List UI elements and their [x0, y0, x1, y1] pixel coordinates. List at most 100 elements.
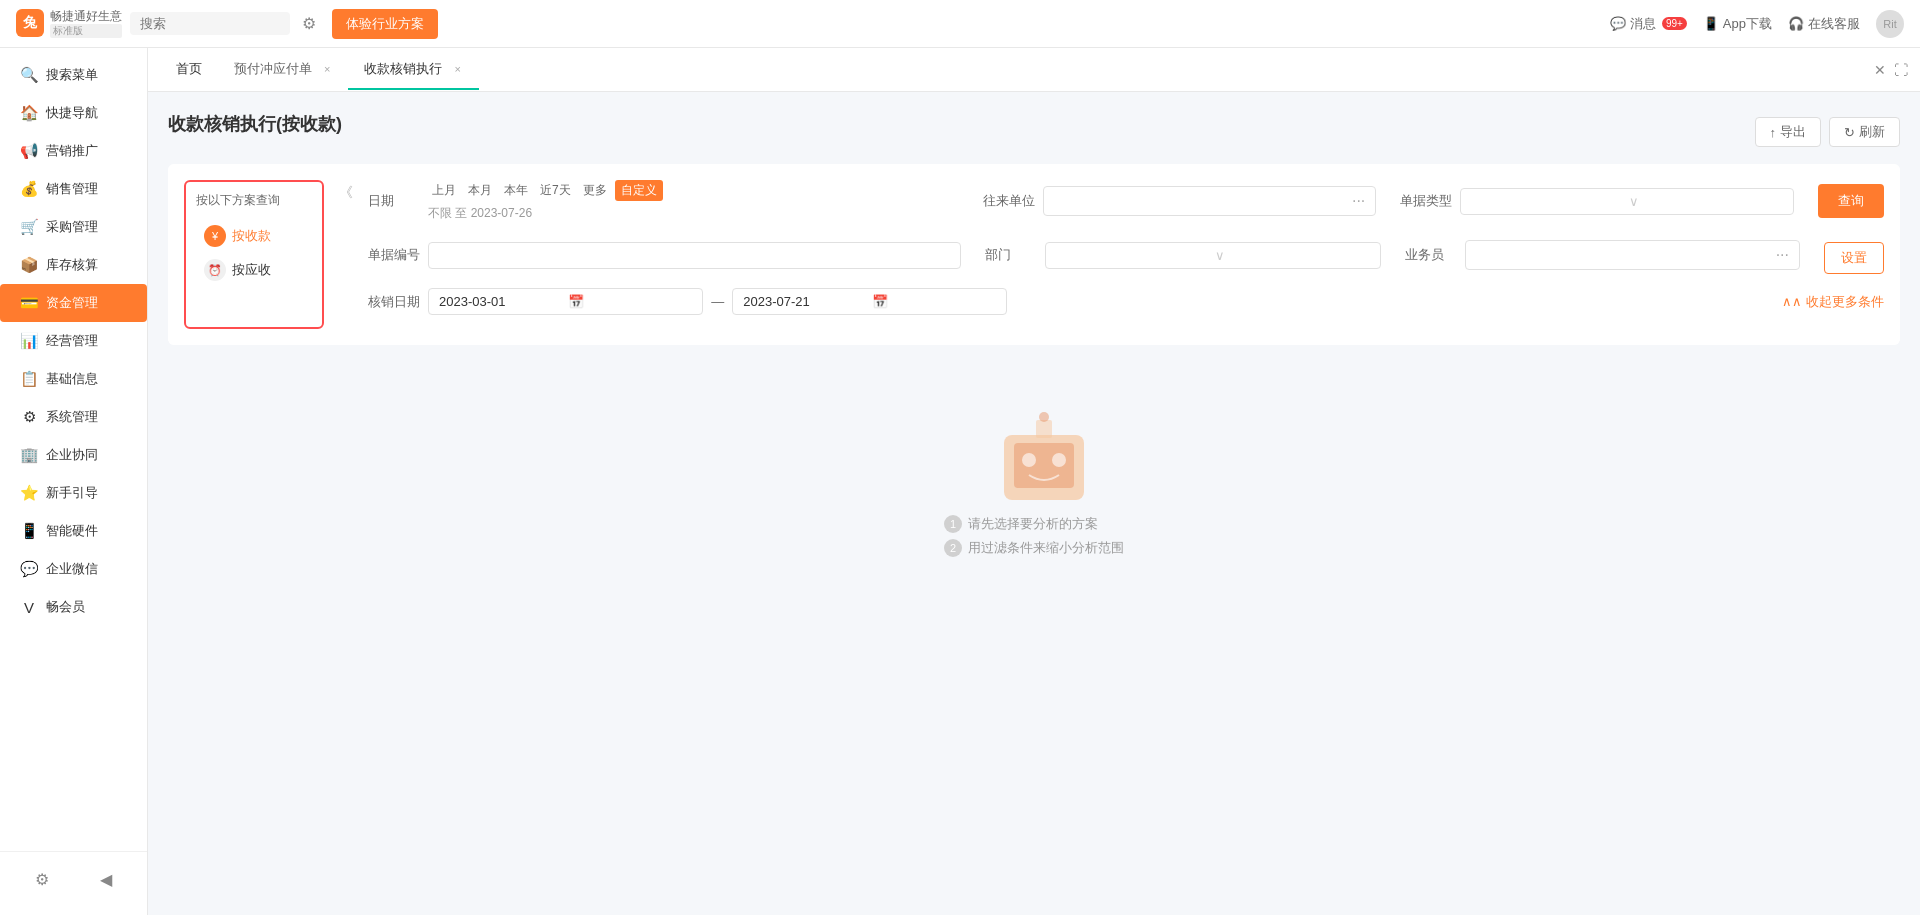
dept-select[interactable]: ∨ [1045, 242, 1380, 269]
tab-receipt[interactable]: 收款核销执行 × [348, 50, 478, 90]
content-area: 首页 预付冲应付单 × 收款核销执行 × ✕ ⛶ 收款核销执行(按收款) [148, 48, 1920, 915]
counterparty-input[interactable]: ··· [1043, 186, 1377, 216]
sidebar-item-inventory[interactable]: 📦 库存核算 [0, 246, 147, 284]
sidebar-item-member[interactable]: V 畅会员 [0, 588, 147, 626]
sidebar-item-system[interactable]: ⚙ 系统管理 [0, 398, 147, 436]
gear-icon: ⚙ [20, 408, 38, 426]
query-btn[interactable]: 查询 [1818, 184, 1884, 218]
sidebar-item-label: 销售管理 [46, 180, 98, 198]
more-date-btn[interactable]: 更多 [579, 180, 611, 201]
filter-scheme-sidebar: 按以下方案查询 ¥ 按收款 ⏰ 按应收 [184, 180, 324, 329]
doc-no-input[interactable] [428, 242, 961, 269]
industry-btn[interactable]: 体验行业方案 [332, 9, 438, 39]
filter-panel-wrapper: 按以下方案查询 ¥ 按收款 ⏰ 按应收 《 [168, 164, 1900, 345]
sidebar-item-label: 快捷导航 [46, 104, 98, 122]
sidebar-item-guide[interactable]: ⭐ 新手引导 [0, 474, 147, 512]
doc-type-label: 单据类型 [1400, 192, 1452, 210]
sidebar-item-purchase[interactable]: 🛒 采购管理 [0, 208, 147, 246]
verify-start-input[interactable]: 2023-03-01 📅 [428, 288, 703, 315]
money-icon: 💰 [20, 180, 38, 198]
filter-collapse-btn[interactable]: 《 [336, 184, 356, 202]
sidebar-collapse-btn[interactable]: ◀ [80, 860, 132, 899]
collapse-more-label: 收起更多条件 [1806, 293, 1884, 311]
sidebar-item-marketing[interactable]: 📢 营销推广 [0, 132, 147, 170]
counterparty-group: 往来单位 ··· [983, 186, 1377, 216]
sidebar-item-label: 基础信息 [46, 370, 98, 388]
sidebar-item-label: 搜索菜单 [46, 66, 98, 84]
sidebar-item-business[interactable]: 📊 经营管理 [0, 322, 147, 360]
sidebar: 🔍 搜索菜单 🏠 快捷导航 📢 营销推广 💰 销售管理 🛒 采购管理 📦 库存核… [0, 48, 148, 915]
app-download-label: App下载 [1723, 15, 1772, 33]
refresh-btn[interactable]: ↻ 刷新 [1829, 117, 1900, 147]
chart-icon: 📊 [20, 332, 38, 350]
export-label: 导出 [1780, 123, 1806, 141]
tab-prepay-close[interactable]: × [322, 63, 332, 75]
last-7days-btn[interactable]: 近7天 [536, 180, 575, 201]
sidebar-item-enterprise[interactable]: 🏢 企业协同 [0, 436, 147, 474]
message-icon: 💬 [1610, 16, 1626, 31]
sidebar-item-wechat[interactable]: 💬 企业微信 [0, 550, 147, 588]
filter-option-by-receipt[interactable]: ¥ 按收款 [196, 219, 312, 253]
sidebar-item-label: 资金管理 [46, 294, 98, 312]
headset-icon: 🎧 [1788, 16, 1804, 31]
empty-hint-1: 1 请先选择要分析的方案 [944, 515, 1124, 533]
dept-label: 部门 [985, 246, 1037, 264]
doc-type-select[interactable]: ∨ [1460, 188, 1794, 215]
cart-icon: 🛒 [20, 218, 38, 236]
sidebar-item-basic-info[interactable]: 📋 基础信息 [0, 360, 147, 398]
chevron-up-icon: ∧∧ [1782, 294, 1802, 309]
vip-icon: V [20, 599, 38, 616]
sidebar-item-finance[interactable]: 💳 资金管理 [0, 284, 147, 322]
app-download-btn[interactable]: 📱 App下载 [1703, 15, 1772, 33]
sidebar-item-label: 企业微信 [46, 560, 98, 578]
page-toolbar: ↑ 导出 ↻ 刷新 [1755, 117, 1901, 147]
search-input[interactable] [130, 12, 290, 35]
wechat-icon: 💬 [20, 560, 38, 578]
hint-num-2: 2 [944, 539, 962, 557]
tab-home[interactable]: 首页 [160, 50, 218, 90]
setting-btn[interactable]: 设置 [1824, 242, 1884, 274]
filter-panel: 按以下方案查询 ¥ 按收款 ⏰ 按应收 《 [168, 164, 1900, 345]
user-avatar[interactable]: Rit [1876, 10, 1904, 38]
export-btn[interactable]: ↑ 导出 [1755, 117, 1822, 147]
online-service-btn[interactable]: 🎧 在线客服 [1788, 15, 1860, 33]
top-bar-right: 💬 消息 99+ 📱 App下载 🎧 在线客服 Rit [1610, 10, 1904, 38]
message-btn[interactable]: 💬 消息 99+ [1610, 15, 1687, 33]
sidebar-item-quick-nav[interactable]: 🏠 快捷导航 [0, 94, 147, 132]
card-icon: 💳 [20, 294, 38, 312]
last-month-btn[interactable]: 上月 [428, 180, 460, 201]
filter-form: 日期 上月 本月 本年 近7天 更多 自定义 [368, 180, 1884, 329]
sidebar-settings-btn[interactable]: ⚙ [15, 860, 69, 899]
sidebar-item-search-menu[interactable]: 🔍 搜索菜单 [0, 56, 147, 94]
date-separator: — [711, 294, 724, 309]
page-header: 收款核销执行(按收款) ↑ 导出 ↻ 刷新 [168, 112, 1900, 152]
tab-prepay[interactable]: 预付冲应付单 × [218, 50, 348, 90]
collapse-more-btn[interactable]: ∧∧ 收起更多条件 [1782, 293, 1884, 311]
this-month-btn[interactable]: 本月 [464, 180, 496, 201]
counterparty-more-btn[interactable]: ··· [1352, 192, 1365, 210]
filter-receivable-label: 按应收 [232, 261, 271, 279]
filter-row-1: 日期 上月 本月 本年 近7天 更多 自定义 [368, 180, 1884, 222]
staff-input[interactable]: ··· [1465, 240, 1800, 270]
this-year-btn[interactable]: 本年 [500, 180, 532, 201]
page-content: 收款核销执行(按收款) ↑ 导出 ↻ 刷新 按以 [148, 92, 1920, 915]
staff-label: 业务员 [1405, 246, 1457, 264]
verify-end-input[interactable]: 2023-07-21 📅 [732, 288, 1007, 315]
device-icon: 📱 [20, 522, 38, 540]
sidebar-item-sales[interactable]: 💰 销售管理 [0, 170, 147, 208]
filter-option-by-receivable[interactable]: ⏰ 按应收 [196, 253, 312, 287]
staff-more-btn[interactable]: ··· [1776, 246, 1789, 264]
custom-date-btn[interactable]: 自定义 [615, 180, 663, 201]
box-icon: 📦 [20, 256, 38, 274]
building-icon: 🏢 [20, 446, 38, 464]
sidebar-item-label: 经营管理 [46, 332, 98, 350]
tab-receipt-close[interactable]: × [452, 63, 462, 75]
gear-button[interactable]: ⚙ [302, 14, 316, 33]
megaphone-icon: 📢 [20, 142, 38, 160]
sidebar-item-hardware[interactable]: 📱 智能硬件 [0, 512, 147, 550]
search-icon: 🔍 [20, 66, 38, 84]
tab-close-all-btn[interactable]: ✕ [1874, 62, 1886, 78]
tab-expand-btn[interactable]: ⛶ [1894, 62, 1908, 78]
online-service-label: 在线客服 [1808, 15, 1860, 33]
top-bar: 兔 畅捷通好生意 标准版 ⚙ 体验行业方案 💬 消息 99+ 📱 App下载 🎧… [0, 0, 1920, 48]
